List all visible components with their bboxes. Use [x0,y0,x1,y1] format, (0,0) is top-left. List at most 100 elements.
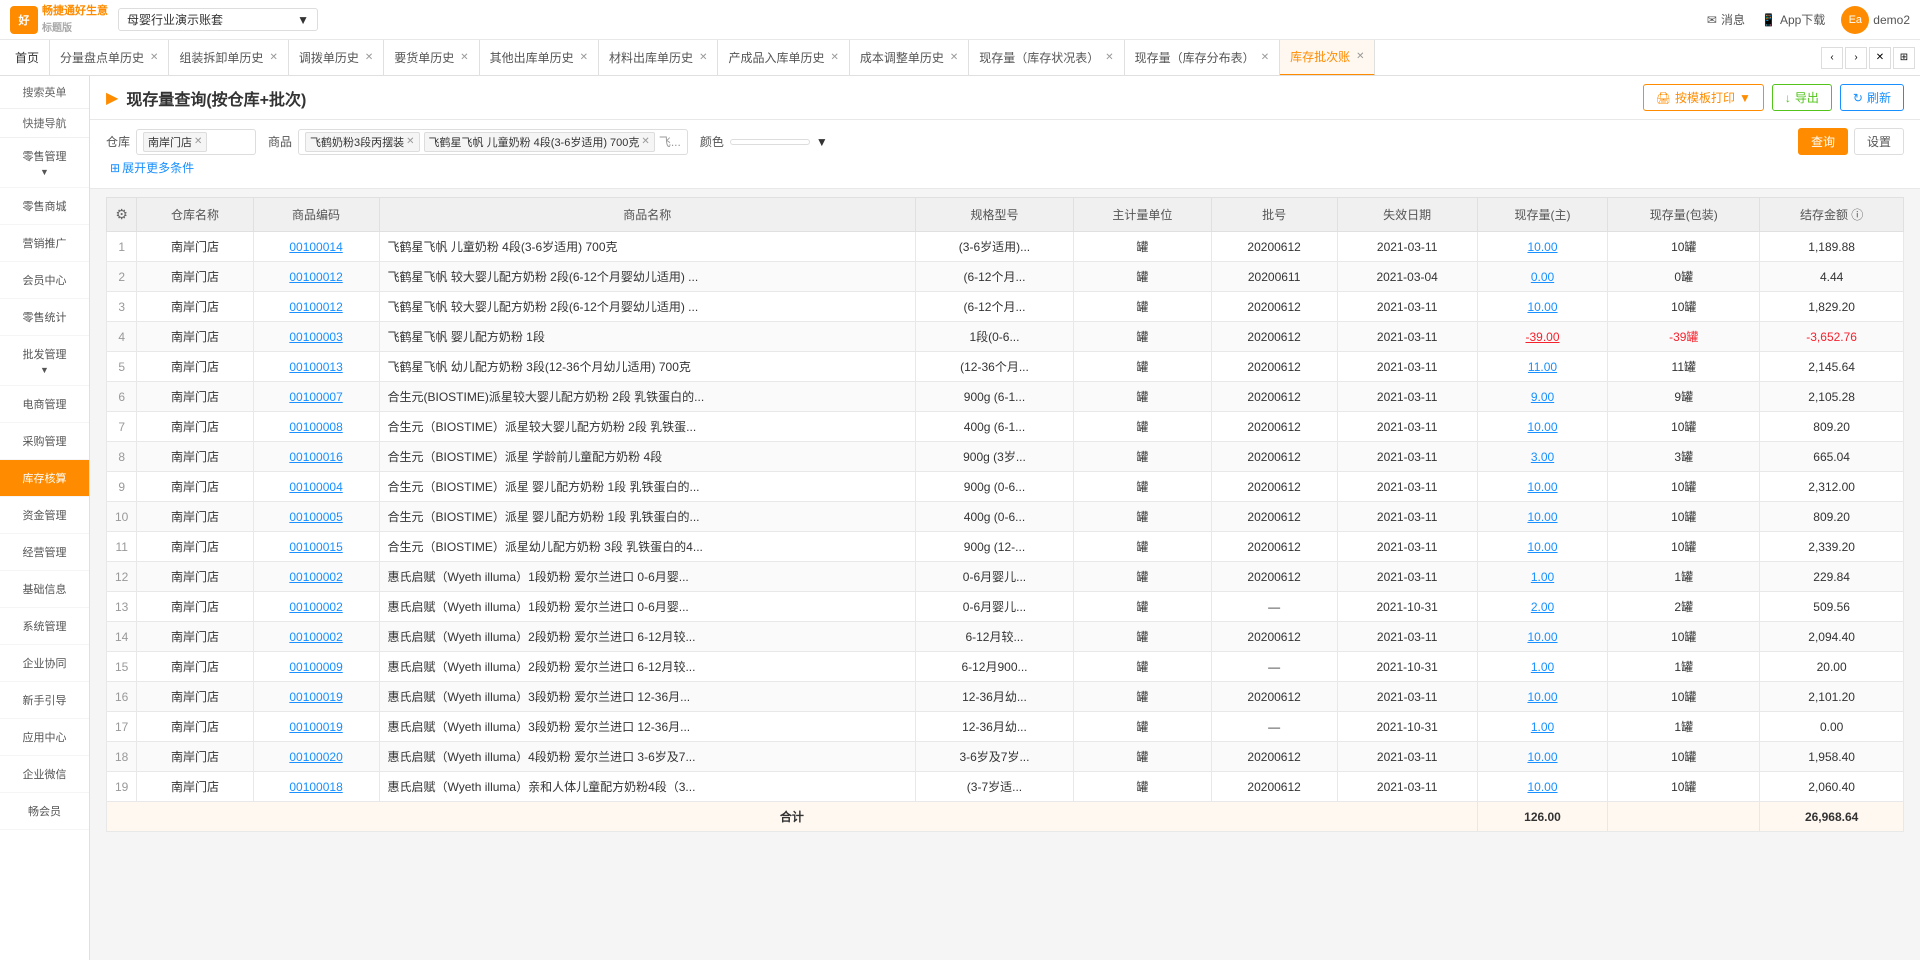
tab-stock-dist[interactable]: 现存量（库存分布表） ✕ [1125,40,1280,76]
tab-nav-left[interactable]: ‹ [1821,47,1843,69]
tab-nav-right[interactable]: › [1845,47,1867,69]
row-qty-main[interactable]: 10.00 [1477,682,1608,712]
sidebar-item-enterprise[interactable]: 企业协同 [0,645,89,682]
row-code[interactable]: 00100005 [253,502,379,532]
tab-material-out-close[interactable]: ✕ [699,52,707,63]
tab-nav-menu[interactable]: ⊞ [1893,47,1915,69]
tab-home[interactable]: 首页 [5,40,50,76]
sidebar-item-purchase[interactable]: 采购管理 [0,423,89,460]
product-tag-2[interactable]: 飞鹤星飞帆 儿童奶粉 4段(3-6岁适用) 700克 ✕ [424,132,655,152]
tab-stock-dist-close[interactable]: ✕ [1261,52,1269,63]
tab-combo-close[interactable]: ✕ [269,52,277,63]
tab-req-close[interactable]: ✕ [460,52,468,63]
tab-stock-status-close[interactable]: ✕ [1105,52,1113,63]
sidebar-item-app-center[interactable]: 应用中心 [0,719,89,756]
sidebar-item-retail-stats[interactable]: 零售统计 [0,299,89,336]
row-code[interactable]: 00100002 [253,562,379,592]
sidebar-item-basic-info[interactable]: 基础信息 [0,571,89,608]
sidebar-item-marketing[interactable]: 营销推广 [0,225,89,262]
tab-combo[interactable]: 组装拆卸单历史 ✕ [169,40,288,76]
row-qty-main[interactable]: 10.00 [1477,502,1608,532]
sidebar-item-finance[interactable]: 资金管理 [0,497,89,534]
sidebar-item-stock-check[interactable]: 库存核算 [0,460,89,497]
row-qty-main[interactable]: 10.00 [1477,742,1608,772]
tab-stock-status[interactable]: 现存量（库存状况表） ✕ [969,40,1124,76]
sidebar-item-retail-mgmt[interactable]: 零售管理 ▼ [0,138,89,188]
row-code[interactable]: 00100016 [253,442,379,472]
col-settings[interactable]: ⚙ [107,198,137,232]
product-tag-1-close[interactable]: ✕ [406,136,414,147]
row-qty-main[interactable]: 10.00 [1477,232,1608,262]
row-qty-main[interactable]: 10.00 [1477,532,1608,562]
row-qty-main[interactable]: 3.00 [1477,442,1608,472]
row-code[interactable]: 00100007 [253,382,379,412]
row-code[interactable]: 00100003 [253,322,379,352]
tab-nav-close[interactable]: ✕ [1869,47,1891,69]
row-qty-main[interactable]: 11.00 [1477,352,1608,382]
row-code[interactable]: 00100009 [253,652,379,682]
sidebar-item-sys-mgmt[interactable]: 系统管理 [0,608,89,645]
row-qty-main[interactable]: 10.00 [1477,772,1608,802]
messages-btn[interactable]: ✉ 消息 [1707,11,1745,28]
row-qty-main[interactable]: -39.00 [1477,322,1608,352]
tab-cost-adj-close[interactable]: ✕ [950,52,958,63]
export-btn[interactable]: ↓ 导出 [1772,84,1832,111]
tab-product-in-close[interactable]: ✕ [830,52,838,63]
sidebar-search[interactable]: 搜索英单 [0,76,89,109]
row-code[interactable]: 00100018 [253,772,379,802]
app-download-btn[interactable]: 📱 App下载 [1761,11,1825,28]
row-code[interactable]: 00100004 [253,472,379,502]
row-qty-main[interactable]: 1.00 [1477,652,1608,682]
row-code[interactable]: 00100015 [253,532,379,562]
row-qty-main[interactable]: 0.00 [1477,262,1608,292]
sidebar-item-operations[interactable]: 经营管理 [0,534,89,571]
sidebar-item-ecommerce[interactable]: 电商管理 [0,386,89,423]
expand-panel-btn[interactable]: ▶ [106,88,118,108]
row-code[interactable]: 00100013 [253,352,379,382]
tab-req[interactable]: 要货单历史 ✕ [384,40,479,76]
sidebar-item-enterprise-wechat[interactable]: 企业微信 [0,756,89,793]
row-qty-main[interactable]: 1.00 [1477,562,1608,592]
expand-more-btn[interactable]: ⊞ 展开更多条件 [110,159,1900,176]
print-btn[interactable]: 🖨 按模板打印 ▼ [1643,84,1764,111]
row-code[interactable]: 00100014 [253,232,379,262]
column-settings-icon[interactable]: ⚙ [115,206,128,222]
tab-mix[interactable]: 调拨单历史 ✕ [289,40,384,76]
row-code[interactable]: 00100019 [253,712,379,742]
row-code[interactable]: 00100002 [253,592,379,622]
user-menu[interactable]: Ea demo2 [1841,6,1910,34]
warehouse-tag-close[interactable]: ✕ [194,136,202,147]
row-qty-main[interactable]: 10.00 [1477,622,1608,652]
row-qty-main[interactable]: 10.00 [1477,292,1608,322]
row-code[interactable]: 00100020 [253,742,379,772]
tab-other-out-close[interactable]: ✕ [580,52,588,63]
tab-split-close[interactable]: ✕ [150,52,158,63]
warehouse-tag-group[interactable]: 南岸门店 ✕ [136,129,256,155]
product-tag-1[interactable]: 飞鹤奶粉3段丙摆装 ✕ [305,132,420,152]
setting-btn[interactable]: 设置 [1854,128,1904,155]
row-code[interactable]: 00100012 [253,262,379,292]
color-dropdown-icon[interactable]: ▼ [816,135,828,149]
sidebar-shortcut[interactable]: 快捷导航 [0,109,89,138]
refresh-btn[interactable]: ↻ 刷新 [1840,84,1904,111]
tab-material-out[interactable]: 材料出库单历史 ✕ [599,40,718,76]
warehouse-tag[interactable]: 南岸门店 ✕ [143,132,207,152]
row-qty-main[interactable]: 2.00 [1477,592,1608,622]
color-tag-group[interactable] [730,139,810,145]
sidebar-item-new-guide[interactable]: 新手引导 [0,682,89,719]
query-btn[interactable]: 查询 [1798,128,1848,155]
row-qty-main[interactable]: 1.00 [1477,712,1608,742]
row-qty-main[interactable]: 10.00 [1477,472,1608,502]
product-tag-group[interactable]: 飞鹤奶粉3段丙摆装 ✕ 飞鹤星飞帆 儿童奶粉 4段(3-6岁适用) 700克 ✕… [298,129,688,155]
row-code[interactable]: 00100008 [253,412,379,442]
sidebar-item-retail-mall[interactable]: 零售商城 [0,188,89,225]
account-dropdown[interactable]: 母婴行业演示账套 ▼ [118,8,318,31]
product-tag-2-close[interactable]: ✕ [641,136,649,147]
tab-batch-close[interactable]: ✕ [1356,51,1364,62]
tab-cost-adj[interactable]: 成本调整单历史 ✕ [850,40,969,76]
row-code[interactable]: 00100019 [253,682,379,712]
row-code[interactable]: 00100002 [253,622,379,652]
row-qty-main[interactable]: 9.00 [1477,382,1608,412]
row-code[interactable]: 00100012 [253,292,379,322]
sidebar-item-member[interactable]: 会员中心 [0,262,89,299]
